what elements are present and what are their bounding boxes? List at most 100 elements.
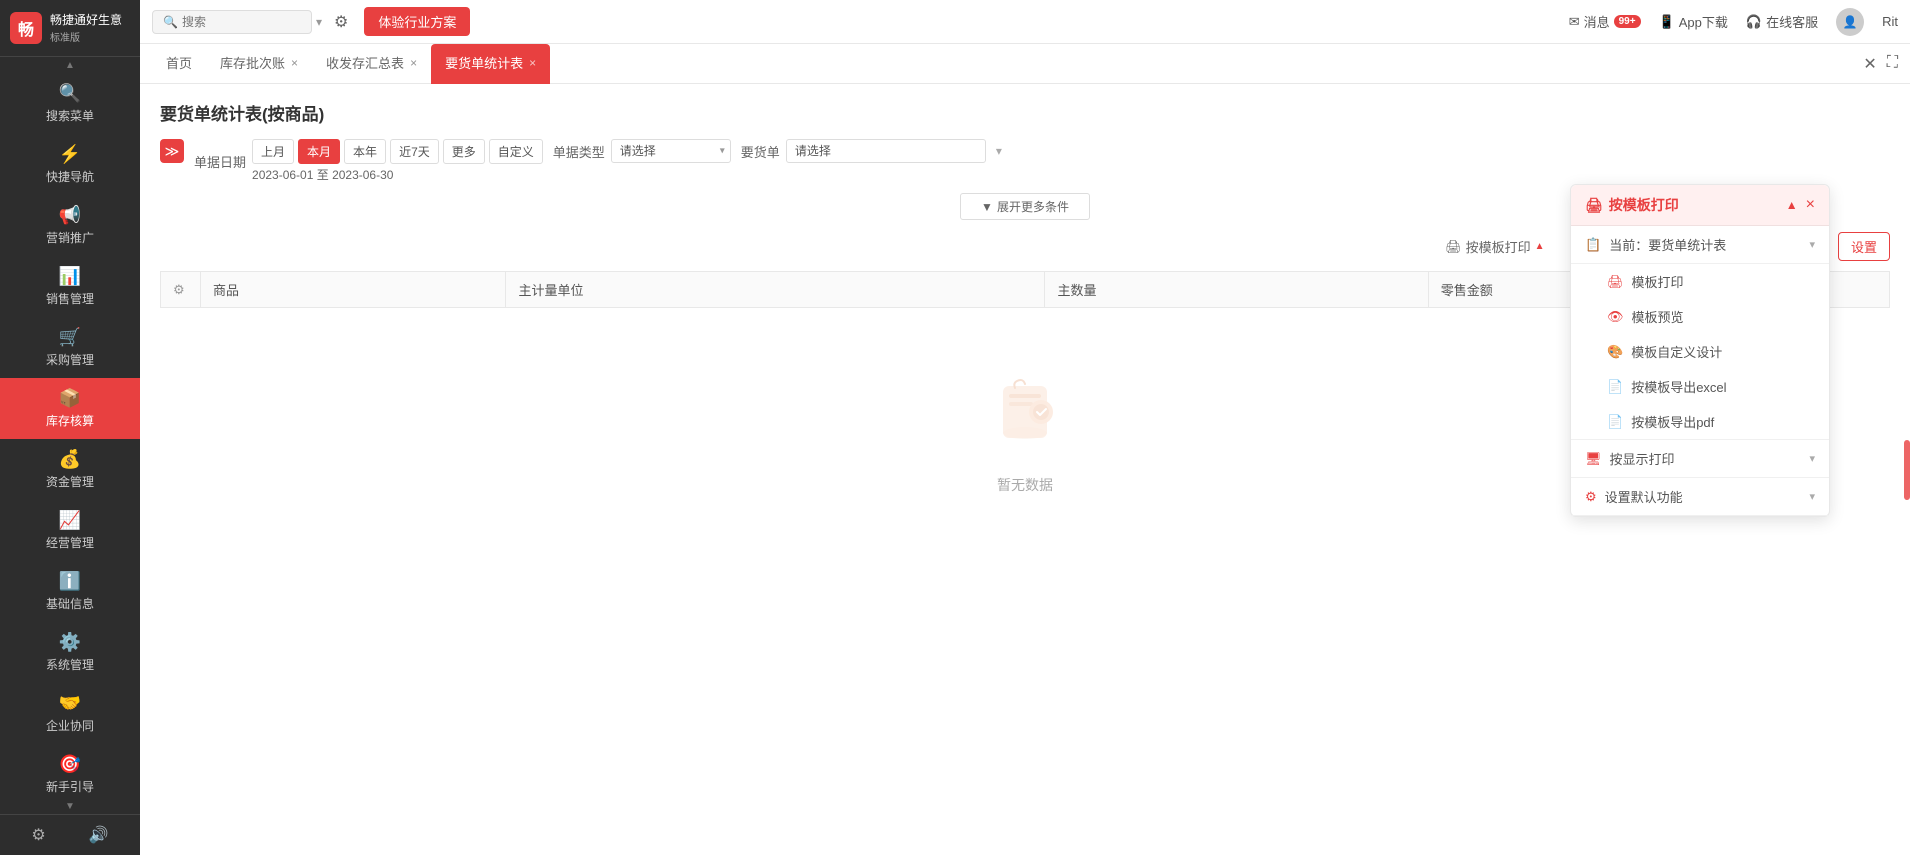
- expand-more-icon: ▼: [981, 200, 993, 214]
- dropdown-header: 🖨 按模板打印 ▲ ×: [1571, 185, 1829, 226]
- type-filter-select[interactable]: 请选择 要货单: [611, 139, 731, 163]
- dropdown-close-icon[interactable]: ×: [1806, 196, 1815, 214]
- filter-expand-button[interactable]: ≫: [160, 139, 184, 163]
- dropdown-template-section: 🖨 模板打印 👁 模板预览 🎨 模板自定义设计: [1571, 264, 1829, 440]
- guide-icon: 🎯: [59, 754, 81, 775]
- template-preview-content: 👁 模板预览: [1607, 307, 1684, 326]
- req-type-label: 要货单: [741, 142, 780, 161]
- display-print-icon: 🖥: [1585, 451, 1602, 467]
- search-box[interactable]: 🔍: [152, 10, 312, 34]
- sidebar: 畅 畅捷通好生意 标准版 ▲ 🔍 搜索菜单 ⚡ 快捷导航 📢 营销推广 📊 销售…: [0, 0, 140, 855]
- dropdown-current-label: 当前：要货单统计表: [1609, 235, 1726, 254]
- sidebar-item-system[interactable]: ⚙️ 系统管理: [0, 622, 140, 683]
- avatar[interactable]: 👤: [1836, 8, 1864, 36]
- message-item[interactable]: ✉ 消息 99+: [1569, 12, 1641, 31]
- date-btn-lastmonth[interactable]: 上月: [252, 139, 294, 164]
- sidebar-scroll-up[interactable]: ▲: [0, 57, 140, 73]
- date-btn-thisyear[interactable]: 本年: [344, 139, 386, 164]
- sidebar-item-guide[interactable]: 🎯 新手引导: [0, 744, 140, 798]
- dropdown-print-icon: 🖨: [1585, 197, 1603, 214]
- volume-icon[interactable]: 🔊: [89, 825, 109, 845]
- date-btn-more[interactable]: 更多: [443, 139, 485, 164]
- sidebar-item-label: 资金管理: [46, 473, 94, 490]
- template-print-content: 🖨 模板打印: [1607, 272, 1684, 291]
- type-filter-group: 单据类型 请选择 要货单: [553, 139, 731, 163]
- sidebar-item-marketing[interactable]: 📢 营销推广: [0, 195, 140, 256]
- sidebar-item-inventory[interactable]: 📦 库存核算: [0, 378, 140, 439]
- sidebar-item-sales[interactable]: 📊 销售管理: [0, 256, 140, 317]
- req-type-dropdown-icon: ▾: [996, 144, 1002, 158]
- app-download-item[interactable]: 📱 App下载: [1659, 12, 1728, 31]
- current-arrow-icon: ▾: [1809, 238, 1815, 251]
- req-type-select[interactable]: 请选择: [786, 139, 986, 163]
- marketing-icon: 📢: [59, 205, 81, 226]
- search-input[interactable]: [182, 15, 302, 29]
- scroll-indicator: [1904, 440, 1910, 500]
- empty-message: 暂无数据: [997, 475, 1053, 495]
- dropdown-display-print[interactable]: 🖥 按显示打印 ▾: [1571, 440, 1829, 477]
- display-print-content: 🖥 按显示打印: [1585, 449, 1675, 468]
- dropdown-template-design[interactable]: 🎨 模板自定义设计: [1571, 334, 1829, 369]
- dropdown-set-default[interactable]: ⚙ 设置默认功能 ▾: [1571, 478, 1829, 515]
- settings-bottom-icon[interactable]: ⚙: [31, 825, 45, 845]
- col-product-label: 商品: [213, 283, 239, 298]
- settings-button[interactable]: 设置: [1838, 232, 1890, 261]
- col-unit: 主计量单位: [506, 272, 1045, 308]
- tab-order-stats[interactable]: 要货单统计表 ×: [431, 44, 550, 84]
- col-qty-label: 主数量: [1057, 283, 1096, 298]
- search-dropdown-icon[interactable]: ▾: [316, 15, 322, 29]
- sidebar-item-shortcut[interactable]: ⚡ 快捷导航: [0, 134, 140, 195]
- tab-receipt-summary[interactable]: 收发存汇总表 ×: [312, 44, 431, 84]
- tab-home[interactable]: 首页: [152, 44, 206, 84]
- sidebar-item-search[interactable]: 🔍 搜索菜单: [0, 73, 140, 134]
- date-btn-custom[interactable]: 自定义: [489, 139, 543, 164]
- tab-receipt-summary-close[interactable]: ×: [410, 57, 417, 69]
- req-type-filter-group: 要货单 请选择 ▾: [741, 139, 1002, 163]
- dropdown-export-pdf[interactable]: 📄 按模板导出pdf: [1571, 404, 1829, 439]
- online-service-item[interactable]: 🎧 在线客服: [1746, 12, 1818, 31]
- dropdown-header-controls: ▲ ×: [1786, 196, 1815, 214]
- sidebar-item-label: 销售管理: [46, 290, 94, 307]
- basic-icon: ℹ️: [59, 571, 81, 592]
- sidebar-item-label: 快捷导航: [46, 168, 94, 185]
- trial-button[interactable]: 体验行业方案: [364, 7, 470, 36]
- date-btn-thismonth[interactable]: 本月: [298, 139, 340, 164]
- page-title: 要货单统计表(按商品): [160, 100, 1890, 125]
- sidebar-bottom: ⚙ 🔊: [0, 814, 140, 855]
- sidebar-scroll-down[interactable]: ▼: [0, 798, 140, 814]
- tab-inventory-batch[interactable]: 库存批次账 ×: [206, 44, 312, 84]
- logo-icon: 畅: [10, 12, 42, 44]
- set-default-arrow: ▾: [1809, 490, 1815, 503]
- sidebar-item-label: 新手引导: [46, 778, 94, 795]
- sidebar-item-basic[interactable]: ℹ️ 基础信息: [0, 561, 140, 622]
- window-expand-btn[interactable]: ⛶: [1887, 54, 1898, 74]
- dropdown-template-print[interactable]: 🖨 模板打印: [1571, 264, 1829, 299]
- sidebar-item-label: 搜索菜单: [46, 107, 94, 124]
- app-logo: 畅 畅捷通好生意 标准版: [0, 0, 140, 57]
- sidebar-item-collab[interactable]: 🤝 企业协同: [0, 683, 140, 744]
- dropdown-export-excel[interactable]: 📄 按模板导出excel: [1571, 369, 1829, 404]
- table-settings-icon[interactable]: ⚙: [173, 282, 185, 297]
- display-print-arrow: ▾: [1809, 452, 1815, 465]
- print-btn-label: 按模板打印: [1466, 237, 1531, 256]
- date-btn-7days[interactable]: 近7天: [390, 139, 439, 164]
- expand-more-button[interactable]: ▼ 展开更多条件: [960, 193, 1090, 220]
- tab-inventory-batch-close[interactable]: ×: [291, 57, 298, 69]
- topbar-gear-icon[interactable]: ⚙: [334, 12, 348, 32]
- avatar-placeholder: 👤: [1843, 15, 1858, 29]
- sidebar-item-label: 库存核算: [46, 412, 94, 429]
- template-preview-icon: 👁: [1607, 309, 1624, 325]
- print-btn[interactable]: 🖨 按模板打印 ▲: [1437, 233, 1552, 260]
- window-close-btn[interactable]: ✕: [1863, 54, 1876, 74]
- dropdown-template-preview[interactable]: 👁 模板预览: [1571, 299, 1829, 334]
- sidebar-item-purchase[interactable]: 🛒 采购管理: [0, 317, 140, 378]
- app-download-label: App下载: [1679, 12, 1728, 31]
- template-print-icon: 🖨: [1607, 274, 1624, 290]
- dropdown-collapse-icon[interactable]: ▲: [1786, 198, 1798, 212]
- tab-order-stats-close[interactable]: ×: [529, 57, 536, 69]
- sidebar-item-finance[interactable]: 💰 资金管理: [0, 439, 140, 500]
- dropdown-current-item[interactable]: 📋 当前：要货单统计表 ▾: [1571, 226, 1829, 263]
- print-dropdown-menu: 🖨 按模板打印 ▲ × 📋 当前：要货单统计表: [1570, 184, 1830, 517]
- date-range-display: 2023-06-01 至 2023-06-30: [252, 166, 543, 183]
- sidebar-item-operation[interactable]: 📈 经营管理: [0, 500, 140, 561]
